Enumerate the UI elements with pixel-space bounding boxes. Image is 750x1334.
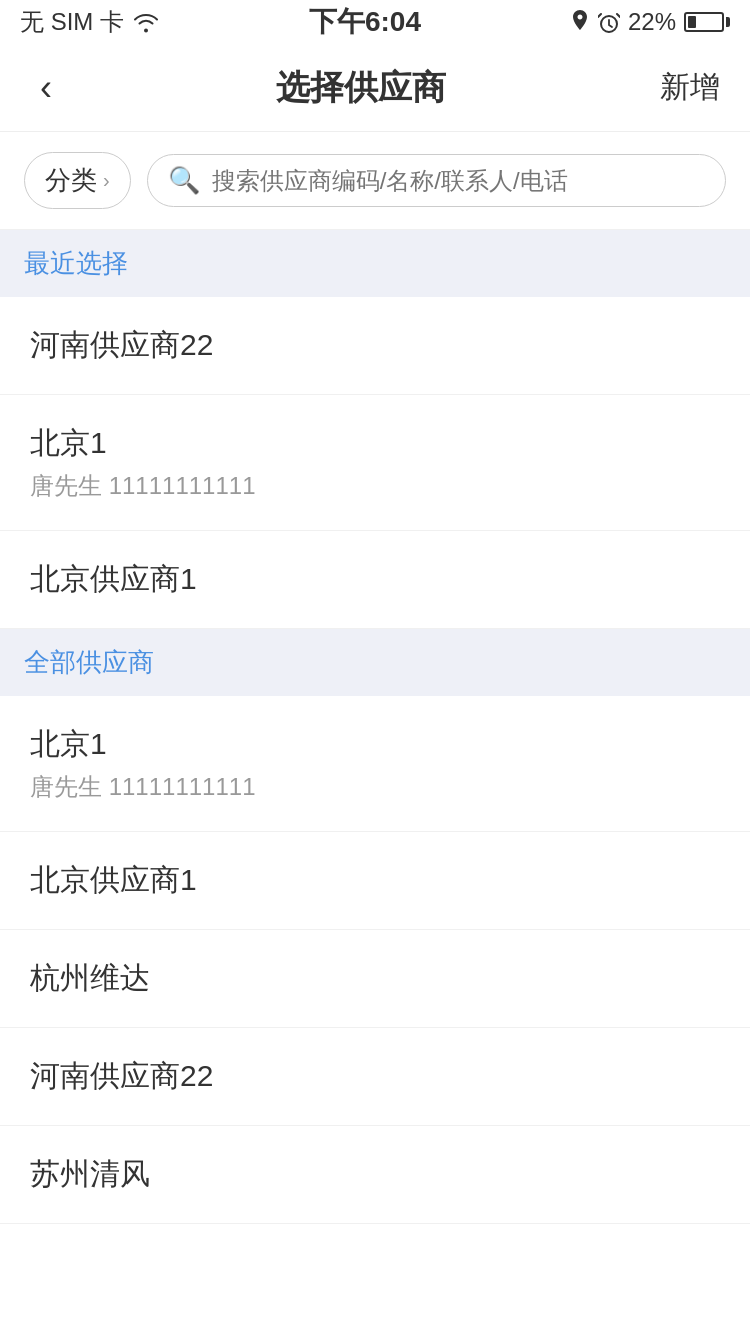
- all-items-list: 北京1 唐先生 11111111111 北京供应商1 杭州维达河南供应商22 苏州清风: [0, 696, 750, 1224]
- status-bar: 无 SIM 卡 下午6:04 22%: [0, 0, 750, 44]
- list-item[interactable]: 河南供应商22: [0, 1028, 750, 1126]
- list-item[interactable]: 北京供应商1: [0, 832, 750, 930]
- add-button[interactable]: 新增: [660, 67, 720, 108]
- page-title: 选择供应商: [276, 65, 446, 111]
- recent-items-list: 河南供应商22 北京1 唐先生 11111111111 北京供应商1: [0, 297, 750, 629]
- all-label: 全部供应商: [24, 647, 154, 677]
- category-button[interactable]: 分类 ›: [24, 152, 131, 209]
- filter-bar: 分类 › 🔍: [0, 132, 750, 230]
- item-name: 北京1: [30, 724, 720, 765]
- status-left: 无 SIM 卡: [20, 6, 160, 38]
- back-button[interactable]: ‹: [30, 57, 62, 119]
- search-input[interactable]: [212, 167, 705, 195]
- item-name: 北京供应商1: [30, 559, 720, 600]
- status-right: 22%: [570, 8, 730, 36]
- battery-icon: [684, 12, 730, 32]
- item-name: 北京1: [30, 423, 720, 464]
- item-name: 河南供应商22: [30, 1056, 720, 1097]
- nav-bar: ‹ 选择供应商 新增: [0, 44, 750, 132]
- chevron-right-icon: ›: [103, 169, 110, 192]
- list-item[interactable]: 河南供应商22: [0, 297, 750, 395]
- list-item[interactable]: 北京供应商1: [0, 531, 750, 629]
- item-name: 北京供应商1: [30, 860, 720, 901]
- wifi-icon: [132, 11, 160, 33]
- alarm-icon: [598, 10, 620, 34]
- status-time: 下午6:04: [309, 3, 421, 41]
- no-sim-text: 无 SIM 卡: [20, 6, 124, 38]
- search-icon: 🔍: [168, 165, 200, 196]
- item-sub: 唐先生 11111111111: [30, 771, 720, 803]
- item-name: 杭州维达: [30, 958, 720, 999]
- all-section-header: 全部供应商: [0, 629, 750, 696]
- battery-percent: 22%: [628, 8, 676, 36]
- location-icon: [570, 10, 590, 34]
- recent-section-header: 最近选择: [0, 230, 750, 297]
- list-item[interactable]: 杭州维达: [0, 930, 750, 1028]
- item-sub: 唐先生 11111111111: [30, 470, 720, 502]
- category-label: 分类: [45, 163, 97, 198]
- list-item[interactable]: 苏州清风: [0, 1126, 750, 1224]
- item-name: 河南供应商22: [30, 325, 720, 366]
- recent-label: 最近选择: [24, 248, 128, 278]
- search-box[interactable]: 🔍: [147, 154, 726, 207]
- list-item[interactable]: 北京1 唐先生 11111111111: [0, 395, 750, 531]
- list-item[interactable]: 北京1 唐先生 11111111111: [0, 696, 750, 832]
- item-name: 苏州清风: [30, 1154, 720, 1195]
